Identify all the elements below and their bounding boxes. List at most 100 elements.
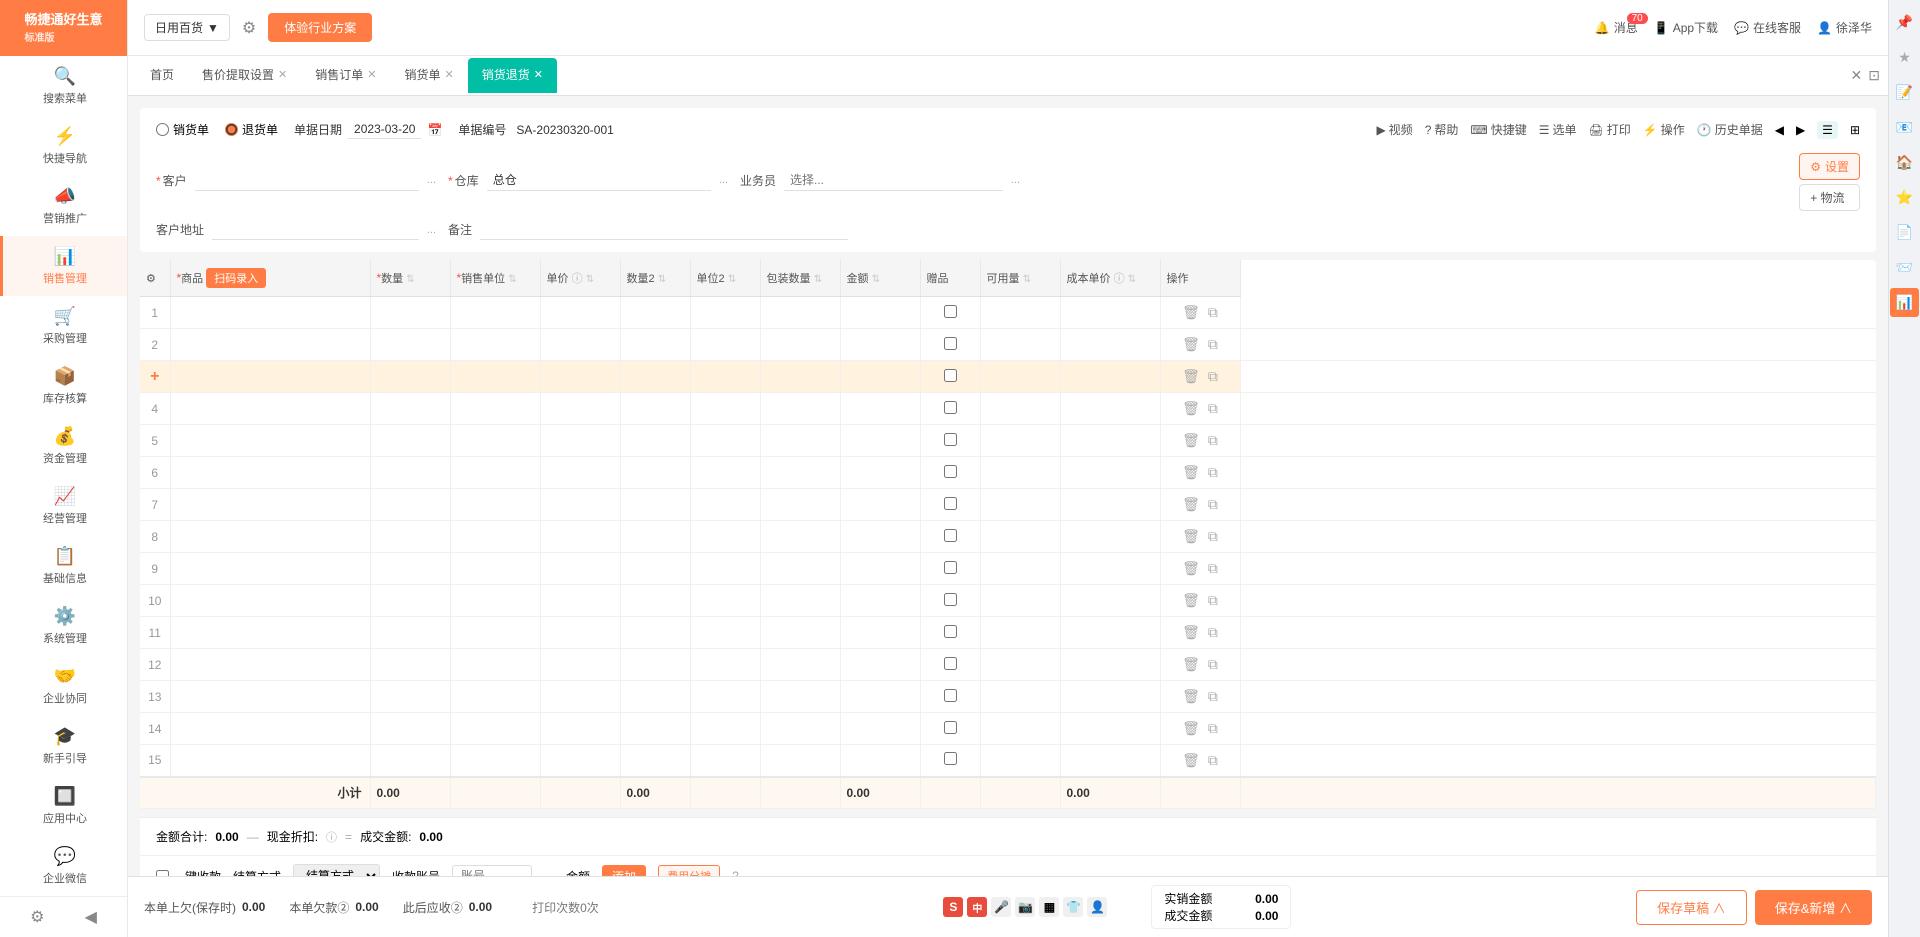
unit-cell-11[interactable] <box>450 617 540 649</box>
gift-cell-15[interactable] <box>920 745 980 777</box>
tab-close-4[interactable]: ✕ <box>534 68 543 81</box>
delete-icon-11[interactable]: 🗑 <box>1182 624 1200 641</box>
pkg-cell-12[interactable] <box>760 649 840 681</box>
tab-close-2[interactable]: ✕ <box>367 68 376 81</box>
qty-cell-9[interactable] <box>370 553 450 585</box>
amount-cell-1[interactable] <box>840 297 920 329</box>
right-sidebar-icon-7[interactable]: 📨 <box>1890 253 1919 282</box>
unit-cell-6[interactable] <box>450 457 540 489</box>
cost-cell-8[interactable] <box>1060 521 1160 553</box>
copy-icon-5[interactable]: ⧉ <box>1208 432 1218 449</box>
qty2-cell-14[interactable] <box>620 713 690 745</box>
pkg-cell-11[interactable] <box>760 617 840 649</box>
scan-btn[interactable]: 扫码录入 <box>206 268 266 288</box>
copy-icon-8[interactable]: ⧉ <box>1208 528 1218 545</box>
help-btn[interactable]: ? 帮助 <box>1425 121 1459 138</box>
sidebar-item-2[interactable]: 📣营销推广 <box>0 176 127 236</box>
qty-cell-11[interactable] <box>370 617 450 649</box>
account-dots[interactable]: ... <box>544 869 554 876</box>
note-input[interactable] <box>480 219 848 240</box>
unit-cell-3[interactable] <box>450 361 540 393</box>
sidebar-item-5[interactable]: 📦库存核算 <box>0 356 127 416</box>
qty2-cell-5[interactable] <box>620 425 690 457</box>
gift-cell-7[interactable] <box>920 489 980 521</box>
product-input-1[interactable] <box>177 306 364 320</box>
unit-cell-13[interactable] <box>450 681 540 713</box>
user-avatar-item[interactable]: 👤 徐泽华 <box>1817 19 1872 36</box>
amount-sort[interactable]: ⇅ <box>872 274 880 285</box>
gift-cell-5[interactable] <box>920 425 980 457</box>
gift-checkbox-13[interactable] <box>944 689 957 702</box>
delete-icon-8[interactable]: 🗑 <box>1182 528 1200 545</box>
price-cell-9[interactable] <box>540 553 620 585</box>
pkg-cell-15[interactable] <box>760 745 840 777</box>
qty-cell-2[interactable] <box>370 329 450 361</box>
price-cell-12[interactable] <box>540 649 620 681</box>
pkg-cell-13[interactable] <box>760 681 840 713</box>
amount-cell-14[interactable] <box>840 713 920 745</box>
unit2-sort[interactable]: ⇅ <box>728 274 736 285</box>
avail-cell-13[interactable] <box>980 681 1060 713</box>
qty2-cell-10[interactable] <box>620 585 690 617</box>
settings-gear-icon[interactable]: ⚙ <box>242 18 256 38</box>
copy-icon-3[interactable]: ⧉ <box>1208 368 1218 385</box>
gift-cell-11[interactable] <box>920 617 980 649</box>
price-cell-11[interactable] <box>540 617 620 649</box>
address-dots[interactable]: ... <box>427 224 436 236</box>
amount-cell-7[interactable] <box>840 489 920 521</box>
app-download-item[interactable]: 📱 App下载 <box>1654 19 1718 36</box>
tab-1[interactable]: 售价提取设置 ✕ <box>188 58 301 93</box>
cost-cell-14[interactable] <box>1060 713 1160 745</box>
product-cell-2[interactable] <box>170 329 370 361</box>
save-draft-btn[interactable]: 保存草稿 ∧ <box>1636 890 1747 925</box>
cost-cell-10[interactable] <box>1060 585 1160 617</box>
product-input-14[interactable] <box>177 722 364 736</box>
shortcut-btn[interactable]: ⌨ 快捷键 <box>1470 121 1526 138</box>
amount-cell-11[interactable] <box>840 617 920 649</box>
price-cell-13[interactable] <box>540 681 620 713</box>
amount-cell-4[interactable] <box>840 393 920 425</box>
price-sort[interactable]: ⇅ <box>586 274 594 285</box>
gift-cell-10[interactable] <box>920 585 980 617</box>
avail-sort[interactable]: ⇅ <box>1023 274 1031 285</box>
avail-cell-6[interactable] <box>980 457 1060 489</box>
gift-cell-14[interactable] <box>920 713 980 745</box>
sidebar-item-10[interactable]: 🤝企业协同 <box>0 656 127 716</box>
message-icon[interactable]: 🔔 70 消息 <box>1595 19 1638 36</box>
unit-sort[interactable]: ⇅ <box>508 274 516 285</box>
gift-cell-12[interactable] <box>920 649 980 681</box>
product-input-6[interactable] <box>177 466 364 480</box>
copy-icon-10[interactable]: ⧉ <box>1208 592 1218 609</box>
product-cell-8[interactable] <box>170 521 370 553</box>
unit2-cell-6[interactable] <box>690 457 760 489</box>
settings-btn[interactable]: ⚙ 设置 <box>1799 153 1860 180</box>
avail-cell-11[interactable] <box>980 617 1060 649</box>
unit-cell-8[interactable] <box>450 521 540 553</box>
product-cell-1[interactable] <box>170 297 370 329</box>
product-cell-7[interactable] <box>170 489 370 521</box>
copy-icon-13[interactable]: ⧉ <box>1208 688 1218 705</box>
radio-thd-input[interactable] <box>225 123 238 136</box>
qty2-cell-8[interactable] <box>620 521 690 553</box>
sidebar-item-0[interactable]: 🔍搜索菜单 <box>0 56 127 116</box>
gift-checkbox-10[interactable] <box>944 593 957 606</box>
unit2-cell-8[interactable] <box>690 521 760 553</box>
tab-4[interactable]: 销货退货 ✕ <box>468 58 557 93</box>
collapse-icon[interactable]: ◀ <box>85 907 97 927</box>
gift-cell-13[interactable] <box>920 681 980 713</box>
gift-cell-1[interactable] <box>920 297 980 329</box>
product-input-13[interactable] <box>177 690 364 704</box>
radio-xhd[interactable]: 销货单 <box>156 121 209 138</box>
gift-checkbox-1[interactable] <box>944 305 957 318</box>
view-list-icon[interactable]: ☰ <box>1817 121 1838 139</box>
avail-cell-5[interactable] <box>980 425 1060 457</box>
qty2-cell-4[interactable] <box>620 393 690 425</box>
avail-cell-8[interactable] <box>980 521 1060 553</box>
amount-cell-3[interactable] <box>840 361 920 393</box>
qty-cell-12[interactable] <box>370 649 450 681</box>
history-btn[interactable]: 🕐 历史单据 <box>1697 121 1763 138</box>
price-cell-3[interactable] <box>540 361 620 393</box>
copy-icon-1[interactable]: ⧉ <box>1208 304 1218 321</box>
copy-icon-7[interactable]: ⧉ <box>1208 496 1218 513</box>
pkg-cell-14[interactable] <box>760 713 840 745</box>
